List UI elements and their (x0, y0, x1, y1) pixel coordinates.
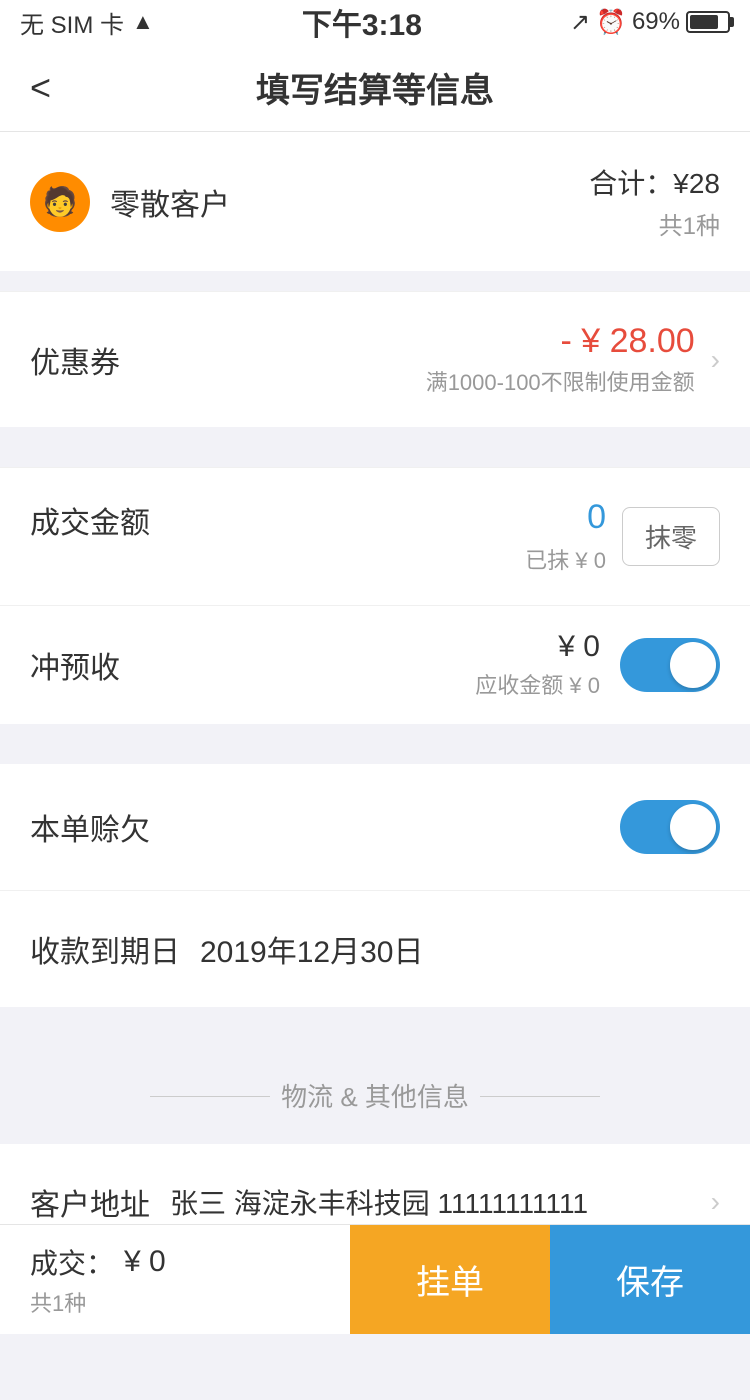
divider-1 (0, 447, 750, 467)
prereceive-value-block: ¥ 0 应收金额 ¥ 0 (475, 630, 600, 700)
address-label: 客户地址 (30, 1180, 150, 1224)
total-amount: 合计：¥28 (589, 162, 720, 202)
due-date-row: 收款到期日 2019年12月30日 (0, 890, 750, 1007)
carrier-text: 无 SIM 卡 (20, 5, 124, 40)
bottom-deal-amount: ¥ 0 (124, 1245, 166, 1279)
status-left: 无 SIM 卡 ▲ (20, 5, 154, 40)
customer-name: 零散客户 (110, 180, 230, 224)
bottom-deal-label: 成交： (30, 1242, 114, 1282)
battery-fill (690, 15, 718, 29)
transaction-label: 成交金额 (30, 498, 150, 542)
toggle-knob (670, 642, 716, 688)
coupon-right: - ¥ 28.00 满1000-100不限制使用金额 › (426, 322, 720, 397)
main-content: 🧑 零散客户 合计：¥28 共1种 优惠券 - ¥ 28.00 满1000-10… (0, 132, 750, 1400)
coupon-card: 优惠券 - ¥ 28.00 满1000-100不限制使用金额 › (0, 291, 750, 427)
coupon-label: 优惠券 (30, 338, 120, 382)
round-off-button[interactable]: 抹零 (622, 507, 720, 566)
nav-bar: < 填写结算等信息 (0, 44, 750, 132)
customer-card: 🧑 零散客户 合计：¥28 共1种 (0, 132, 750, 271)
battery-icon (686, 11, 730, 33)
avatar-icon: 🧑 (43, 185, 78, 218)
transaction-card: 成交金额 0 已抹 ¥ 0 抹零 冲预收 ¥ 0 应收金额 ¥ 0 (0, 467, 750, 724)
prereceive-right: ¥ 0 应收金额 ¥ 0 (475, 630, 720, 700)
address-value: 张三 海淀永丰科技园 11111111111 (170, 1182, 691, 1222)
coupon-row[interactable]: 优惠券 - ¥ 28.00 满1000-100不限制使用金额 › (0, 291, 750, 427)
status-right: ↗ ⏰ 69% (570, 8, 730, 37)
transaction-sub: 已抹 ¥ 0 (525, 543, 606, 575)
bottom-info: 成交： ¥ 0 共1种 (0, 1225, 350, 1334)
bottom-count: 共1种 (30, 1286, 320, 1318)
prereceive-toggle[interactable] (620, 638, 720, 692)
due-date-value: 2019年12月30日 (200, 927, 423, 971)
location-icon: ↗ (570, 8, 590, 37)
prereceive-label: 冲预收 (30, 643, 120, 687)
coupon-amount: - ¥ 28.00 (426, 322, 695, 361)
alarm-icon: ⏰ (596, 8, 626, 37)
bottom-deal-line: 成交： ¥ 0 (30, 1242, 320, 1282)
logistics-section-header: 物流 & 其他信息 (0, 1047, 750, 1144)
transaction-row: 成交金额 0 已抹 ¥ 0 抹零 (0, 467, 750, 605)
credit-toggle-knob (670, 804, 716, 850)
status-time: 下午3:18 (302, 0, 422, 44)
customer-total: 合计：¥28 共1种 (589, 162, 720, 241)
prereceive-amount: ¥ 0 (475, 630, 600, 664)
total-count: 共1种 (589, 206, 720, 241)
wifi-icon: ▲ (132, 9, 154, 35)
page-title: 填写结算等信息 (256, 63, 494, 112)
credit-row: 本单赊欠 (0, 764, 750, 890)
amount-input-area: 0 已抹 ¥ 0 (525, 498, 606, 575)
credit-card: 本单赊欠 收款到期日 2019年12月30日 (0, 764, 750, 1007)
address-chevron-icon: › (711, 1186, 720, 1218)
transaction-value[interactable]: 0 (587, 498, 606, 537)
back-button[interactable]: < (20, 57, 61, 119)
coupon-value-block: - ¥ 28.00 满1000-100不限制使用金额 (426, 322, 695, 397)
prereceive-sub: 应收金额 ¥ 0 (475, 668, 600, 700)
due-date-label: 收款到期日 (30, 927, 180, 971)
credit-toggle[interactable] (620, 800, 720, 854)
save-button[interactable]: 保存 (550, 1225, 750, 1334)
customer-row: 🧑 零散客户 合计：¥28 共1种 (0, 132, 750, 271)
credit-label: 本单赊欠 (30, 805, 150, 849)
avatar: 🧑 (30, 172, 90, 232)
prereceive-row: 冲预收 ¥ 0 应收金额 ¥ 0 (0, 605, 750, 724)
status-bar: 无 SIM 卡 ▲ 下午3:18 ↗ ⏰ 69% (0, 0, 750, 44)
bottom-bar: 成交： ¥ 0 共1种 挂单 保存 (0, 1224, 750, 1334)
hold-button[interactable]: 挂单 (350, 1225, 550, 1334)
battery-percent: 69% (632, 8, 680, 36)
customer-info: 🧑 零散客户 (30, 172, 230, 232)
divider-3 (0, 1027, 750, 1047)
divider-2 (0, 744, 750, 764)
chevron-right-icon: › (711, 344, 720, 376)
transaction-right: 0 已抹 ¥ 0 抹零 (525, 498, 720, 575)
coupon-desc: 满1000-100不限制使用金额 (426, 365, 695, 397)
logistics-label: 物流 & 其他信息 (281, 1082, 469, 1112)
